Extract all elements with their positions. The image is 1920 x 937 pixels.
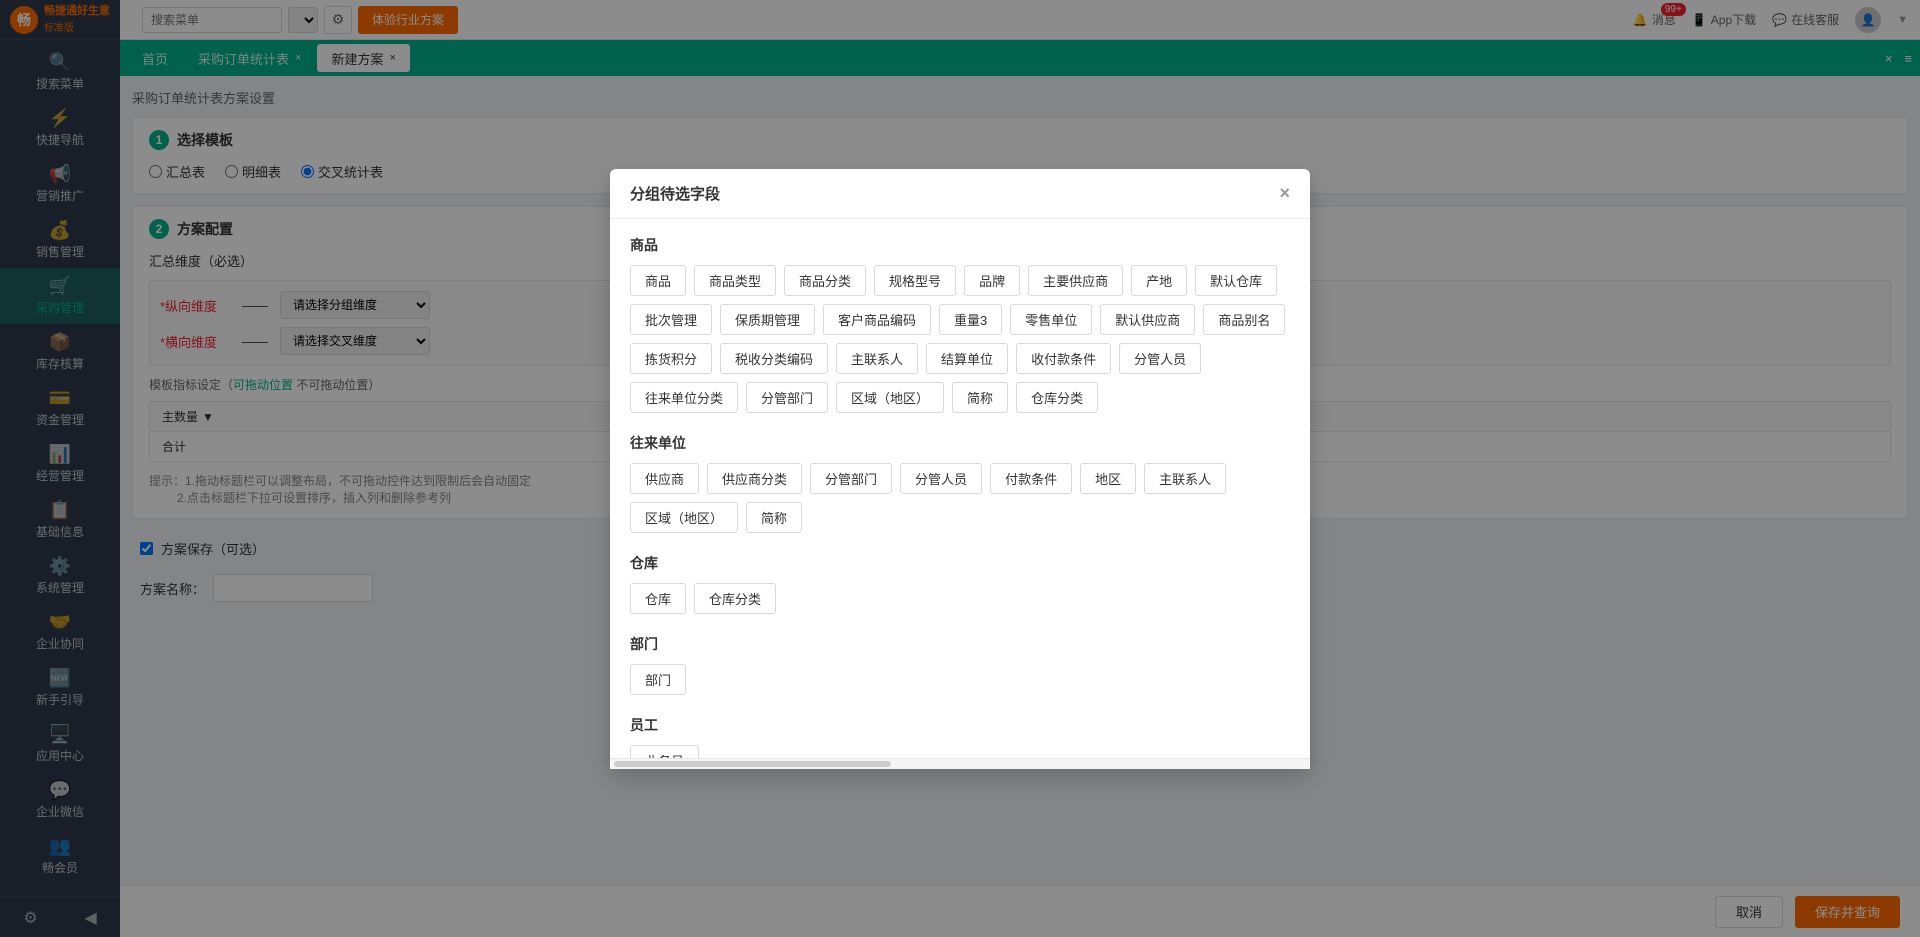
dialog-header: 分组待选字段 ×: [610, 169, 1310, 219]
field-section-title-4: 员工: [630, 715, 1290, 735]
field-tags-1: 供应商供应商分类分管部门分管人员付款条件地区主联系人区域（地区） 简称: [630, 463, 1290, 533]
field-tag-1-8[interactable]: 简称: [746, 502, 802, 533]
field-tags-3: 部门: [630, 664, 1290, 695]
field-tag-0-15[interactable]: 拣货积分: [630, 343, 712, 374]
field-tag-1-4[interactable]: 付款条件: [990, 463, 1072, 494]
field-tags-0: 商品商品类型商品分类规格型号品牌主要供应商产地默认仓库批次管理保质期管理客户商品…: [630, 265, 1290, 413]
field-tag-0-12[interactable]: 零售单位: [1010, 304, 1092, 335]
field-tag-0-23[interactable]: 区域（地区）: [836, 382, 944, 413]
field-tag-0-13[interactable]: 默认供应商: [1100, 304, 1195, 335]
field-tags-4: 业务员: [630, 745, 1290, 758]
field-tag-0-19[interactable]: 收付款条件: [1016, 343, 1111, 374]
field-tag-0-21[interactable]: 往来单位分类: [630, 382, 738, 413]
field-section-3: 部门部门: [630, 634, 1290, 695]
field-tag-1-2[interactable]: 分管部门: [810, 463, 892, 494]
field-tag-1-3[interactable]: 分管人员: [900, 463, 982, 494]
field-tag-4-0[interactable]: 业务员: [630, 745, 699, 758]
field-tag-0-25[interactable]: 仓库分类: [1016, 382, 1098, 413]
field-tag-0-18[interactable]: 结算单位: [926, 343, 1008, 374]
field-tag-3-0[interactable]: 部门: [630, 664, 686, 695]
field-tag-1-0[interactable]: 供应商: [630, 463, 699, 494]
field-tag-0-8[interactable]: 批次管理: [630, 304, 712, 335]
field-section-title-0: 商品: [630, 235, 1290, 255]
field-tag-1-1[interactable]: 供应商分类: [707, 463, 802, 494]
field-section-2: 仓库仓库仓库分类: [630, 553, 1290, 614]
dialog-body: 商品商品商品类型商品分类规格型号品牌主要供应商产地默认仓库批次管理保质期管理客户…: [610, 219, 1310, 758]
field-tag-0-2[interactable]: 商品分类: [784, 265, 866, 296]
field-select-dialog: 分组待选字段 × 商品商品商品类型商品分类规格型号品牌主要供应商产地默认仓库批次…: [610, 169, 1310, 769]
field-tag-0-24[interactable]: 简称: [952, 382, 1008, 413]
field-tag-0-7[interactable]: 默认仓库: [1195, 265, 1277, 296]
field-tag-0-17[interactable]: 主联系人: [836, 343, 918, 374]
field-tag-0-4[interactable]: 品牌: [964, 265, 1020, 296]
field-tag-0-11[interactable]: 重量3: [939, 304, 1002, 335]
modal-overlay: 分组待选字段 × 商品商品商品类型商品分类规格型号品牌主要供应商产地默认仓库批次…: [0, 0, 1920, 937]
field-tag-0-6[interactable]: 产地: [1131, 265, 1187, 296]
field-tag-0-20[interactable]: 分管人员: [1119, 343, 1201, 374]
field-section-title-3: 部门: [630, 634, 1290, 654]
field-tag-0-3[interactable]: 规格型号: [874, 265, 956, 296]
field-section-0: 商品商品商品类型商品分类规格型号品牌主要供应商产地默认仓库批次管理保质期管理客户…: [630, 235, 1290, 413]
dialog-title: 分组待选字段: [630, 183, 720, 204]
field-section-1: 往来单位供应商供应商分类分管部门分管人员付款条件地区主联系人区域（地区） 简称: [630, 433, 1290, 533]
field-section-4: 员工业务员: [630, 715, 1290, 758]
field-tag-0-5[interactable]: 主要供应商: [1028, 265, 1123, 296]
field-tag-0-22[interactable]: 分管部门: [746, 382, 828, 413]
field-tag-2-1[interactable]: 仓库分类: [694, 583, 776, 614]
field-tag-0-0[interactable]: 商品: [630, 265, 686, 296]
field-tag-2-0[interactable]: 仓库: [630, 583, 686, 614]
field-tag-0-9[interactable]: 保质期管理: [720, 304, 815, 335]
field-section-title-2: 仓库: [630, 553, 1290, 573]
dialog-scroll-bar: [614, 761, 891, 767]
dialog-close-button[interactable]: ×: [1279, 184, 1290, 202]
field-tag-0-14[interactable]: 商品别名: [1203, 304, 1285, 335]
field-section-title-1: 往来单位: [630, 433, 1290, 453]
field-tag-0-16[interactable]: 税收分类编码: [720, 343, 828, 374]
dialog-scroll-track: [610, 758, 1310, 769]
field-tag-1-7[interactable]: 区域（地区）: [630, 502, 738, 533]
field-tag-0-10[interactable]: 客户商品编码: [823, 304, 931, 335]
field-tags-2: 仓库仓库分类: [630, 583, 1290, 614]
field-tag-1-6[interactable]: 主联系人: [1144, 463, 1226, 494]
field-tag-0-1[interactable]: 商品类型: [694, 265, 776, 296]
field-tag-1-5[interactable]: 地区: [1080, 463, 1136, 494]
